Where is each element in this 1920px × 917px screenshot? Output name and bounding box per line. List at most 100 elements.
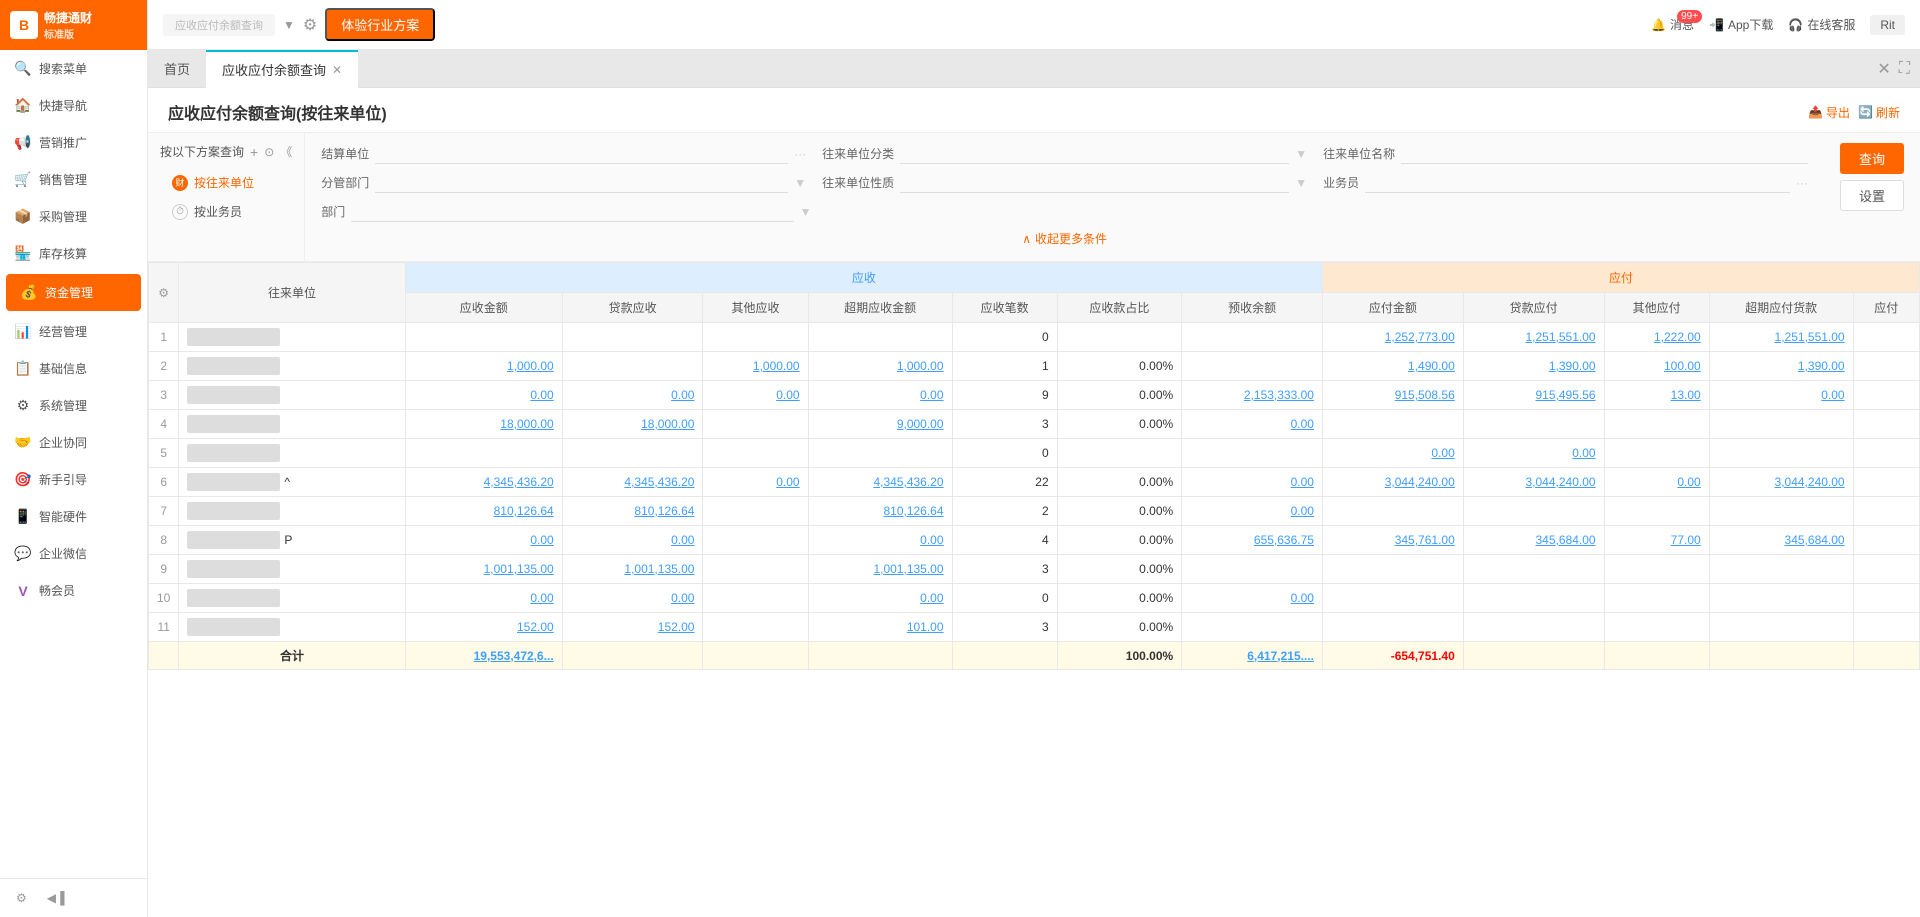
table-cell-ar_overdue[interactable]: 0.00 — [808, 584, 952, 613]
topbar-gear-icon[interactable]: ⚙ — [303, 15, 317, 35]
sidebar-item-purchase[interactable]: 📦 采购管理 — [0, 198, 147, 235]
table-cell-ap_amount[interactable]: 3,044,240.00 — [1322, 468, 1463, 497]
sidebar-item-corp[interactable]: 🤝 企业协同 — [0, 424, 147, 461]
sidebar-item-sales[interactable]: 🛒 销售管理 — [0, 161, 147, 198]
table-cell-ap_overdue[interactable]: 0.00 — [1709, 381, 1853, 410]
edit-scheme-icon[interactable]: ⊙ — [264, 145, 274, 159]
scheme-by-staff[interactable]: ⏱ 按业务员 — [160, 197, 292, 226]
tab-home[interactable]: 首页 — [148, 50, 206, 88]
table-cell-ar_loan[interactable]: 0.00 — [562, 381, 703, 410]
dept-mgr-chevron-icon[interactable]: ▼ — [794, 176, 806, 190]
scheme-by-unit[interactable]: 财 按往来单位 — [160, 168, 292, 197]
dept-input[interactable] — [351, 201, 793, 222]
sidebar-collapse-btn[interactable]: ◀▐ — [39, 887, 73, 909]
table-cell-ar_loan[interactable]: 0.00 — [562, 584, 703, 613]
query-button[interactable]: 查询 — [1840, 143, 1904, 174]
settlement-input[interactable] — [375, 143, 788, 164]
dept-chevron-icon[interactable]: ▼ — [800, 205, 812, 219]
table-cell-ap_loan[interactable]: 3,044,240.00 — [1463, 468, 1604, 497]
sidebar-item-quick-nav[interactable]: 🏠 快捷导航 — [0, 87, 147, 124]
setting-button[interactable]: 设置 — [1840, 180, 1904, 211]
salesman-input[interactable] — [1365, 172, 1790, 193]
unit-category-chevron-icon[interactable]: ▼ — [1295, 147, 1307, 161]
sidebar-gear-btn[interactable]: ⚙ — [8, 887, 35, 909]
table-cell-ap_amount[interactable]: 0.00 — [1322, 439, 1463, 468]
table-cell-ap_amount[interactable]: 915,508.56 — [1322, 381, 1463, 410]
unit-nature-input[interactable] — [900, 172, 1289, 193]
table-cell-ap_overdue[interactable]: 1,251,551.00 — [1709, 323, 1853, 352]
sidebar-item-operation[interactable]: 📊 经营管理 — [0, 313, 147, 350]
table-cell-ar_overdue[interactable]: 1,000.00 — [808, 352, 952, 381]
table-cell-ap_other[interactable]: 13.00 — [1604, 381, 1709, 410]
table-cell-ar_other[interactable]: 0.00 — [703, 381, 808, 410]
breadcrumb-arrow-icon[interactable]: ▼ — [283, 18, 295, 32]
table-cell-ap_loan[interactable]: 915,495.56 — [1463, 381, 1604, 410]
table-cell-ap_overdue[interactable]: 3,044,240.00 — [1709, 468, 1853, 497]
table-cell-ar_loan[interactable]: 18,000.00 — [562, 410, 703, 439]
table-cell-ar_loan[interactable]: 152.00 — [562, 613, 703, 642]
table-cell-ap_overdue[interactable]: 1,390.00 — [1709, 352, 1853, 381]
table-cell-ar_overdue[interactable]: 810,126.64 — [808, 497, 952, 526]
salesman-dots-icon[interactable]: ··· — [1796, 176, 1808, 190]
table-cell-ap_other[interactable]: 0.00 — [1604, 468, 1709, 497]
unit-nature-chevron-icon[interactable]: ▼ — [1295, 176, 1307, 190]
sidebar-item-search-menu[interactable]: 🔍 搜索菜单 — [0, 50, 147, 87]
table-cell-ar_other[interactable]: 1,000.00 — [703, 352, 808, 381]
table-cell-ar_amount[interactable]: 0.00 — [405, 584, 562, 613]
sidebar-item-system[interactable]: ⚙ 系统管理 — [0, 387, 147, 424]
dept-mgr-input[interactable] — [375, 172, 788, 193]
table-cell-ap_loan[interactable]: 1,251,551.00 — [1463, 323, 1604, 352]
window-expand-icon[interactable]: ⛶ — [1899, 60, 1910, 78]
window-close-icon[interactable]: ✕ — [1877, 59, 1890, 79]
table-cell-ar_overdue[interactable]: 0.00 — [808, 381, 952, 410]
table-cell-ap_amount[interactable]: 1,490.00 — [1322, 352, 1463, 381]
add-scheme-icon[interactable]: + — [250, 144, 258, 160]
sidebar-item-guide[interactable]: 🎯 新手引导 — [0, 461, 147, 498]
sidebar-item-inventory[interactable]: 🏪 库存核算 — [0, 235, 147, 272]
table-cell-ap_amount[interactable]: 345,761.00 — [1322, 526, 1463, 555]
notice-button[interactable]: 🔔 消息 99+ — [1651, 16, 1694, 33]
table-cell-ar_overdue[interactable]: 101.00 — [808, 613, 952, 642]
collapse-filter-button[interactable]: ∧ 收起更多条件 — [1014, 226, 1115, 251]
table-cell-ar_amount[interactable]: 0.00 — [405, 526, 562, 555]
sidebar-item-hardware[interactable]: 📱 智能硬件 — [0, 498, 147, 535]
app-download-button[interactable]: 📲 App下载 — [1709, 16, 1773, 33]
tab-close-icon[interactable]: ✕ — [332, 63, 342, 77]
table-cell-ar_loan[interactable]: 810,126.64 — [562, 497, 703, 526]
tab-query[interactable]: 应收应付余额查询 ✕ — [206, 50, 358, 88]
table-cell-ar_overdue[interactable]: 9,000.00 — [808, 410, 952, 439]
table-cell-ar_loan[interactable]: 1,001,135.00 — [562, 555, 703, 584]
sidebar-item-member[interactable]: V 畅会员 — [0, 572, 147, 609]
table-cell-ar_overdue[interactable]: 0.00 — [808, 526, 952, 555]
table-cell-ap_other[interactable]: 77.00 — [1604, 526, 1709, 555]
sidebar-item-wechat[interactable]: 💬 企业微信 — [0, 535, 147, 572]
table-cell-ap_loan[interactable]: 0.00 — [1463, 439, 1604, 468]
table-cell-ar_amount[interactable]: 0.00 — [405, 381, 562, 410]
table-settings-icon[interactable]: ⚙ — [158, 286, 169, 300]
table-cell-ar_overdue[interactable]: 1,001,135.00 — [808, 555, 952, 584]
table-cell-ar_loan[interactable]: 4,345,436.20 — [562, 468, 703, 497]
table-cell-ap_loan[interactable]: 345,684.00 — [1463, 526, 1604, 555]
table-cell-ar_pre[interactable]: 2,153,333.00 — [1182, 381, 1323, 410]
service-button[interactable]: 🎧 在线客服 — [1788, 16, 1855, 33]
table-cell-ar_amount[interactable]: 810,126.64 — [405, 497, 562, 526]
table-cell-ap_overdue[interactable]: 345,684.00 — [1709, 526, 1853, 555]
collapse-scheme-icon[interactable]: 《 — [280, 143, 292, 160]
table-cell-ap_amount[interactable]: 1,252,773.00 — [1322, 323, 1463, 352]
unit-name-input[interactable] — [1401, 143, 1808, 164]
table-cell-ar_loan[interactable]: 0.00 — [562, 526, 703, 555]
table-cell-ar_amount[interactable]: 1,000.00 — [405, 352, 562, 381]
sidebar-item-basic[interactable]: 📋 基础信息 — [0, 350, 147, 387]
table-cell-ar_pre[interactable]: 0.00 — [1182, 468, 1323, 497]
table-cell-ar_amount[interactable]: 152.00 — [405, 613, 562, 642]
user-avatar[interactable]: Rit — [1870, 15, 1905, 35]
table-cell-ar_amount[interactable]: 1,001,135.00 — [405, 555, 562, 584]
refresh-button[interactable]: 🔄 刷新 — [1858, 104, 1900, 121]
table-cell-ar_pre[interactable]: 0.00 — [1182, 584, 1323, 613]
table-cell-ap_other[interactable]: 1,222.00 — [1604, 323, 1709, 352]
total-ar-amount[interactable]: 19,553,472,6... — [405, 642, 562, 670]
table-cell-ar_overdue[interactable]: 4,345,436.20 — [808, 468, 952, 497]
table-cell-ar_pre[interactable]: 0.00 — [1182, 497, 1323, 526]
total-ar-pre[interactable]: 6,417,215.... — [1182, 642, 1323, 670]
sidebar-item-marketing[interactable]: 📢 营销推广 — [0, 124, 147, 161]
